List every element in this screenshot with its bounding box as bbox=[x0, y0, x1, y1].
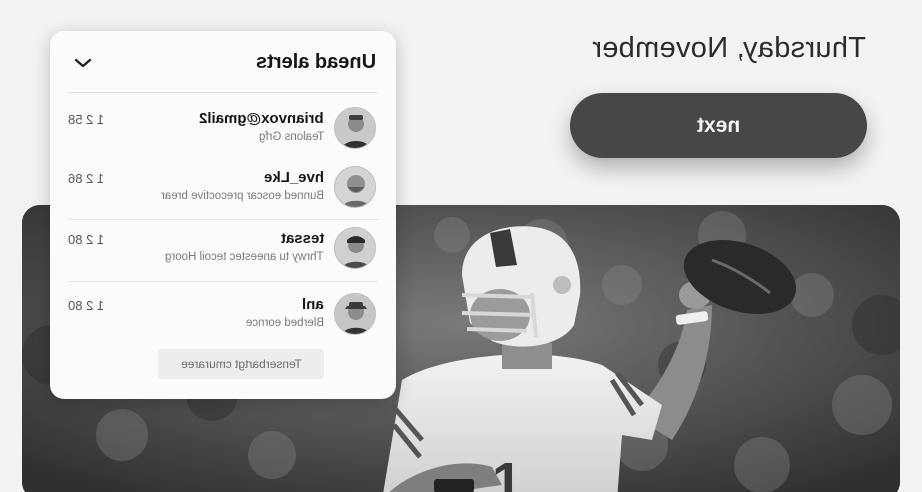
date-heading: Thursday, November bbox=[591, 32, 866, 64]
next-button-label: next bbox=[696, 113, 741, 137]
divider bbox=[68, 281, 378, 282]
alert-item[interactable]: 1 2 86 hve_Lke Bunned eoscar precoctive … bbox=[68, 158, 378, 216]
alert-time: 1 2 80 bbox=[68, 298, 105, 313]
alert-time: 1 2 80 bbox=[68, 232, 105, 247]
alert-preview: Blerbed eornce bbox=[246, 317, 324, 329]
avatar bbox=[334, 107, 376, 149]
collapse-button[interactable] bbox=[70, 51, 96, 75]
panel-header: Unead alerts bbox=[68, 31, 378, 93]
alert-preview: Bunned eoscar precoctive brear bbox=[160, 190, 324, 202]
next-button[interactable]: next bbox=[570, 93, 867, 158]
avatar bbox=[334, 166, 376, 208]
svg-text:1: 1 bbox=[492, 452, 522, 492]
alert-preview: Tealons Grfg bbox=[258, 131, 324, 143]
alert-item[interactable]: 1 2 58 brianvox@gmail2 Tealons Grfg bbox=[68, 99, 378, 157]
alert-item[interactable]: 1 2 80 tessat Thrwy tu aneestec tecoil H… bbox=[68, 219, 378, 277]
alert-preview: Thrwy tu aneestec tecoil Hoorg bbox=[165, 251, 324, 263]
avatar bbox=[334, 227, 376, 269]
alert-sender: tessat bbox=[280, 230, 324, 247]
alert-sender: hve_Lke bbox=[263, 169, 324, 186]
view-all-button[interactable]: Tenserbartgt cmuraree bbox=[158, 349, 324, 379]
alert-sender: anl bbox=[302, 296, 324, 313]
alert-item[interactable]: 1 2 80 anl Blerbed eornce bbox=[68, 285, 378, 343]
app-screen: 1 Thursday, November next Unead alerts 1… bbox=[0, 0, 922, 492]
alert-time: 1 2 58 bbox=[68, 112, 105, 127]
unread-alerts-panel: Unead alerts 1 2 58 brianvox@gmail2 Teal… bbox=[50, 31, 396, 399]
alert-sender: brianvox@gmail2 bbox=[199, 110, 324, 127]
alert-time: 1 2 86 bbox=[68, 171, 105, 186]
view-all-label: Tenserbartgt cmuraree bbox=[180, 357, 302, 371]
panel-title: Unead alerts bbox=[255, 51, 376, 73]
chevron-down-icon bbox=[74, 58, 92, 68]
avatar bbox=[334, 293, 376, 335]
